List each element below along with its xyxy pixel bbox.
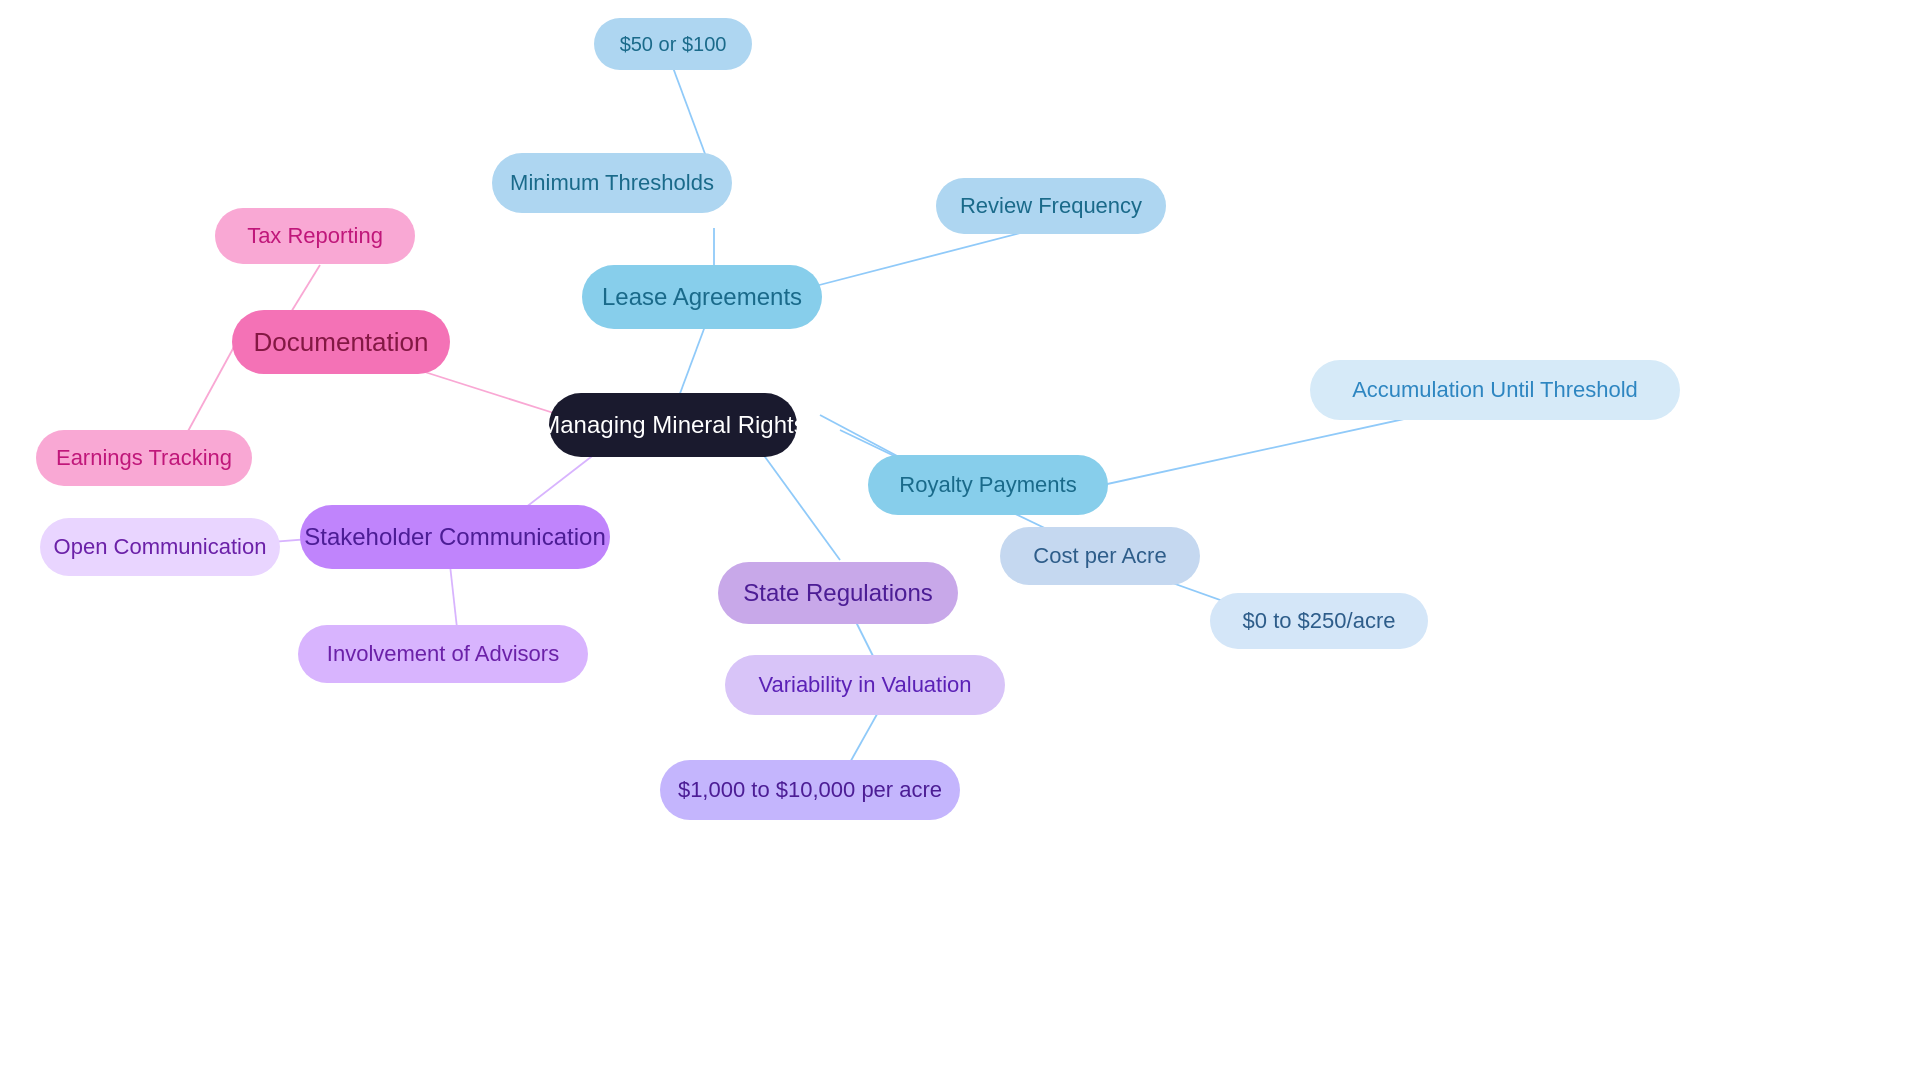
node-accumulation-until-threshold: Accumulation Until Threshold xyxy=(1310,360,1680,420)
node-state-regulations: State Regulations xyxy=(718,562,958,624)
node-review-frequency: Review Frequency xyxy=(936,178,1166,234)
node-minimum-thresholds: Minimum Thresholds xyxy=(492,153,732,213)
node-tax-reporting: Tax Reporting xyxy=(215,208,415,264)
node-cost-per-acre: Cost per Acre xyxy=(1000,527,1200,585)
node-stakeholder-communication: Stakeholder Communication xyxy=(300,505,610,569)
node-lease-agreements: Lease Agreements xyxy=(582,265,822,329)
node-dollar-50-100: $50 or $100 xyxy=(594,18,752,70)
node-dollar-range-acre: $0 to $250/acre xyxy=(1210,593,1428,649)
node-dollar-range-per-acre: $1,000 to $10,000 per acre xyxy=(660,760,960,820)
node-documentation: Documentation xyxy=(232,310,450,374)
svg-line-12 xyxy=(760,450,840,560)
node-open-communication: Open Communication xyxy=(40,518,280,576)
node-involvement-of-advisors: Involvement of Advisors xyxy=(298,625,588,683)
node-royalty-payments: Royalty Payments xyxy=(868,455,1108,515)
center-node: Managing Mineral Rights xyxy=(549,393,797,457)
node-variability-in-valuation: Variability in Valuation xyxy=(725,655,1005,715)
node-earnings-tracking: Earnings Tracking xyxy=(36,430,252,486)
